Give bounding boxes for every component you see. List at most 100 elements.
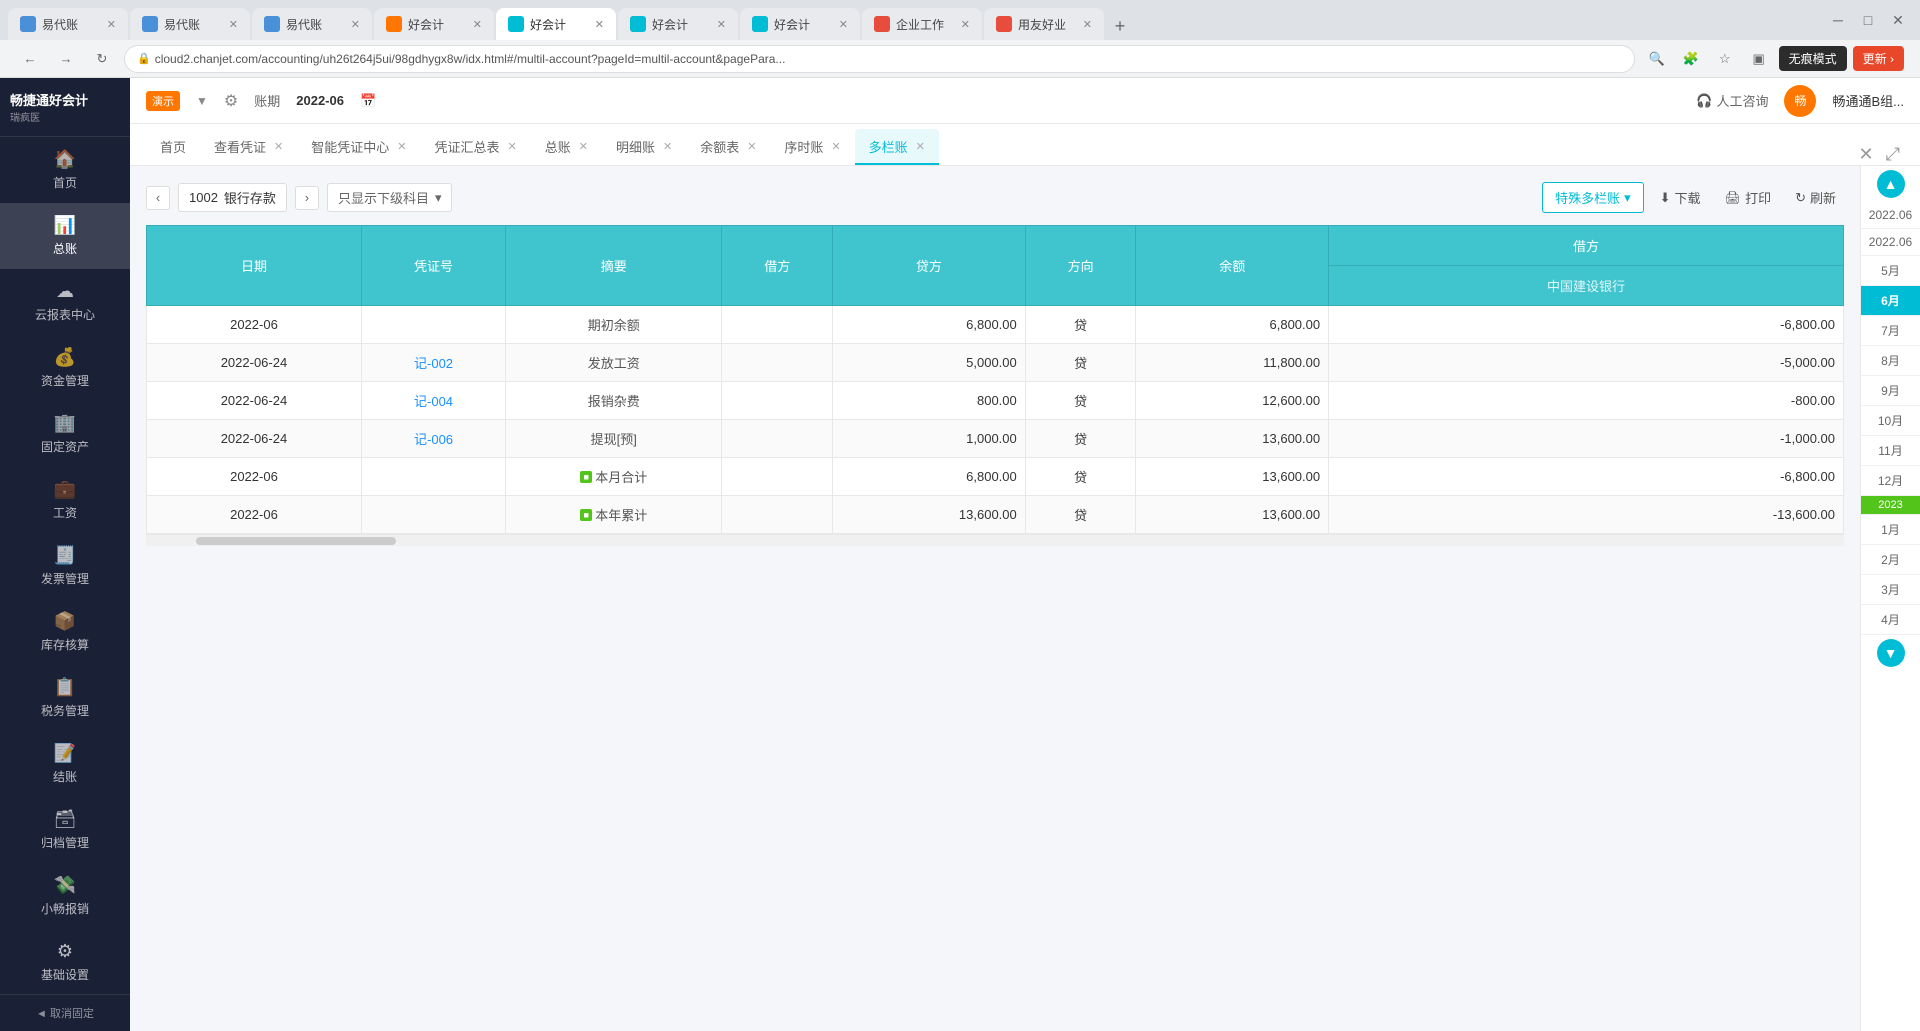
refresh-button[interactable]: ↻ 刷新 (1787, 183, 1844, 212)
sidebar-item-report[interactable]: ☁ 云报表中心 (0, 269, 130, 335)
tab-close-5[interactable]: ✕ (595, 18, 604, 31)
month-item-2022-06-1[interactable]: 2022.06 (1861, 202, 1920, 229)
sidebar-item-ledger[interactable]: 📊 总账 (0, 203, 130, 269)
browser-tab-7[interactable]: 好会计 ✕ (740, 8, 860, 40)
multi-col-button[interactable]: 特殊多栏账 ▾ (1542, 182, 1644, 213)
browser-tab-5[interactable]: 好会计 ✕ (496, 8, 616, 40)
update-button[interactable]: 更新 › (1853, 46, 1904, 71)
cell-voucher-3[interactable]: 记-004 (361, 382, 505, 420)
tab-summary-close[interactable]: ✕ (508, 140, 517, 153)
sidebar-item-tax[interactable]: 📋 税务管理 (0, 665, 130, 731)
horizontal-scrollbar[interactable] (146, 534, 1844, 546)
download-button[interactable]: ⬇ 下载 (1652, 183, 1709, 212)
tab-detail-close[interactable]: ✕ (663, 140, 672, 153)
month-item-9[interactable]: 9月 (1861, 376, 1920, 406)
print-button[interactable]: 🖨 打印 (1717, 183, 1780, 212)
month-item-2023-3[interactable]: 3月 (1861, 575, 1920, 605)
back-button[interactable]: ← (16, 45, 44, 73)
prev-account-button[interactable]: ‹ (146, 186, 170, 210)
sidebar-item-invoice[interactable]: 🧾 发票管理 (0, 533, 130, 599)
tab-voucher[interactable]: 查看凭证 ✕ (200, 129, 297, 165)
user-avatar[interactable]: 畅 (1784, 85, 1816, 117)
consultant-button[interactable]: 🎧 人工咨询 (1696, 91, 1768, 110)
url-input[interactable]: 🔒 cloud2.chanjet.com/accounting/uh26t264… (124, 45, 1635, 73)
user-name[interactable]: 畅通通B组... (1832, 91, 1904, 110)
sidebar-item-archive[interactable]: 🗃 归档管理 (0, 797, 130, 863)
tab-smart-close[interactable]: ✕ (397, 140, 406, 153)
sidebar-item-close[interactable]: 📝 结账 (0, 731, 130, 797)
browser-tab-6[interactable]: 好会计 ✕ (618, 8, 738, 40)
month-item-2022-06-2[interactable]: 2022.06 (1861, 229, 1920, 256)
month-item-2023-2[interactable]: 2月 (1861, 545, 1920, 575)
month-item-7[interactable]: 7月 (1861, 316, 1920, 346)
sidebar-item-salary[interactable]: 💼 工资 (0, 467, 130, 533)
tab-expand-icon[interactable]: ⤢ (1882, 144, 1904, 165)
month-item-5[interactable]: 5月 (1861, 256, 1920, 286)
extensions-icon[interactable]: 🧩 (1677, 45, 1705, 73)
tab-balance[interactable]: 余额表 ✕ (686, 129, 770, 165)
month-item-8[interactable]: 8月 (1861, 346, 1920, 376)
sidebar-item-home[interactable]: 🏠 首页 (0, 137, 130, 203)
sidebar-item-assets[interactable]: 🏢 固定资产 (0, 401, 130, 467)
browser-tab-8[interactable]: 企业工作 ✕ (862, 8, 982, 40)
browser-tab-9[interactable]: 用友好业 ✕ (984, 8, 1104, 40)
forward-button[interactable]: → (52, 45, 80, 73)
unfix-button[interactable]: ◄ 取消固定 (10, 1005, 120, 1021)
tab-close-6[interactable]: ✕ (717, 18, 726, 31)
maximize-button[interactable]: □ (1854, 6, 1882, 34)
sidebar-icon[interactable]: ▣ (1745, 45, 1773, 73)
tab-smart-voucher[interactable]: 智能凭证中心 ✕ (297, 129, 420, 165)
tab-voucher-close[interactable]: ✕ (274, 140, 283, 153)
scroll-thumb[interactable] (196, 537, 396, 545)
tab-close-1[interactable]: ✕ (107, 18, 116, 31)
calendar-icon[interactable]: 📅 (360, 93, 376, 109)
browser-tab-1[interactable]: 易代账 ✕ (8, 8, 128, 40)
tab-close-3[interactable]: ✕ (351, 18, 360, 31)
tab-home[interactable]: 首页 (146, 129, 200, 165)
month-item-2023-4[interactable]: 4月 (1861, 605, 1920, 635)
tab-balance-close[interactable]: ✕ (747, 140, 756, 153)
month-item-2023-1[interactable]: 1月 (1861, 515, 1920, 545)
month-scroll-up[interactable]: ▲ (1877, 170, 1905, 198)
sidebar-item-fund[interactable]: 💰 资金管理 (0, 335, 130, 401)
month-item-10[interactable]: 10月 (1861, 406, 1920, 436)
month-item-11[interactable]: 11月 (1861, 436, 1920, 466)
account-selector[interactable]: 1002 银行存款 (178, 183, 287, 212)
tab-close-4[interactable]: ✕ (473, 18, 482, 31)
tab-close-right-icon[interactable]: ✕ (1855, 144, 1878, 165)
tab-general-ledger[interactable]: 总账 ✕ (531, 129, 602, 165)
demo-badge[interactable]: 演示 (146, 91, 180, 111)
close-window-button[interactable]: ✕ (1884, 6, 1912, 34)
new-tab-button[interactable]: + (1106, 12, 1134, 40)
tab-close-2[interactable]: ✕ (229, 18, 238, 31)
month-item-12[interactable]: 12月 (1861, 466, 1920, 496)
tab-multi-column[interactable]: 多栏账 ✕ (855, 129, 939, 165)
search-icon[interactable]: 🔍 (1643, 45, 1671, 73)
reload-button[interactable]: ↻ (88, 45, 116, 73)
tab-close-8[interactable]: ✕ (961, 18, 970, 31)
minimize-button[interactable]: ─ (1824, 6, 1852, 34)
tab-multi-close[interactable]: ✕ (916, 140, 925, 153)
wuhen-mode-button[interactable]: 无痕模式 (1779, 46, 1847, 71)
bookmark-icon[interactable]: ☆ (1711, 45, 1739, 73)
tab-close-7[interactable]: ✕ (839, 18, 848, 31)
tab-voucher-summary[interactable]: 凭证汇总表 ✕ (420, 129, 530, 165)
month-scroll-down[interactable]: ▼ (1877, 639, 1905, 667)
tab-close-9[interactable]: ✕ (1083, 18, 1092, 31)
tab-journal[interactable]: 序时账 ✕ (770, 129, 854, 165)
cell-voucher-4[interactable]: 记-006 (361, 420, 505, 458)
month-item-6[interactable]: 6月 (1861, 286, 1920, 316)
browser-tab-3[interactable]: 易代账 ✕ (252, 8, 372, 40)
sidebar-item-expense[interactable]: 💸 小畅报销 (0, 863, 130, 929)
next-account-button[interactable]: › (295, 186, 319, 210)
browser-tab-4[interactable]: 好会计 ✕ (374, 8, 494, 40)
settings-gear-icon[interactable]: ⚙ (224, 91, 238, 111)
sidebar-item-inventory[interactable]: 📦 库存核算 (0, 599, 130, 665)
tab-detail-ledger[interactable]: 明细账 ✕ (602, 129, 686, 165)
tab-general-close[interactable]: ✕ (579, 140, 588, 153)
tab-journal-close[interactable]: ✕ (831, 140, 840, 153)
cell-voucher-2[interactable]: 记-002 (361, 344, 505, 382)
filter-dropdown[interactable]: 只显示下级科目 ▾ (327, 183, 453, 212)
sidebar-item-settings[interactable]: ⚙ 基础设置 (0, 929, 130, 994)
browser-tab-2[interactable]: 易代账 ✕ (130, 8, 250, 40)
